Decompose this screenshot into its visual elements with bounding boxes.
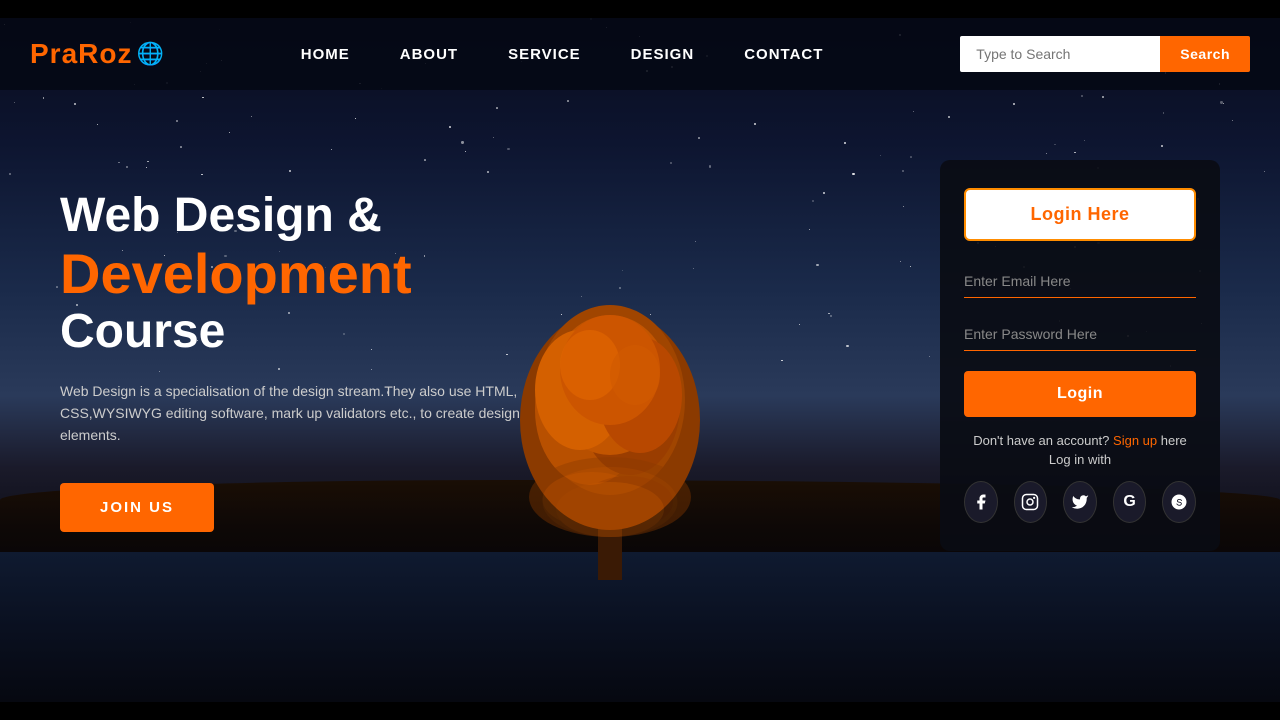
nav-home[interactable]: HOME <box>301 46 350 63</box>
log-in-with-label: Log in with <box>964 452 1196 467</box>
password-input[interactable] <box>964 318 1196 351</box>
search-button[interactable]: Search <box>1160 36 1250 72</box>
bottom-bar <box>0 702 1280 720</box>
logo-globe: 🌐 <box>136 41 163 67</box>
hero-line3: Course <box>60 304 940 359</box>
login-title-button[interactable]: Login Here <box>964 188 1196 241</box>
instagram-icon[interactable] <box>1014 481 1048 523</box>
email-input[interactable] <box>964 265 1196 298</box>
nav-service[interactable]: SERVICE <box>508 46 581 63</box>
facebook-icon[interactable] <box>964 481 998 523</box>
nav-contact[interactable]: CONTACT <box>744 46 823 63</box>
no-account-text: Don't have an account? Sign up here <box>964 433 1196 448</box>
email-group <box>964 265 1196 298</box>
hero-description: Web Design is a specialisation of the de… <box>60 380 540 447</box>
hero-line1: Web Design & <box>60 190 940 243</box>
join-us-button[interactable]: JOIN US <box>60 483 214 532</box>
social-icons: G <box>964 481 1196 523</box>
logo-text: PraRoz <box>30 38 132 70</box>
hero-section: Web Design & Development Course Web Desi… <box>60 150 940 532</box>
top-bar <box>0 0 1280 18</box>
nav: HOME ABOUT SERVICE DESIGN CONTACT <box>194 46 930 63</box>
nav-about[interactable]: ABOUT <box>400 46 458 63</box>
signup-link[interactable]: Sign up <box>1113 433 1157 448</box>
logo[interactable]: PraRoz 🌐 <box>30 38 164 70</box>
login-button[interactable]: Login <box>964 371 1196 417</box>
hero-line2: Development <box>60 243 940 305</box>
password-group <box>964 318 1196 351</box>
login-card: Login Here Login Don't have an account? … <box>940 160 1220 551</box>
main-content: Web Design & Development Course Web Desi… <box>0 90 1280 702</box>
header: PraRoz 🌐 HOME ABOUT SERVICE DESIGN CONTA… <box>0 18 1280 90</box>
google-icon[interactable]: G <box>1113 481 1147 523</box>
skype-icon[interactable] <box>1162 481 1196 523</box>
nav-design[interactable]: DESIGN <box>631 46 695 63</box>
search-input[interactable] <box>960 36 1160 72</box>
search-area: Search <box>960 36 1250 72</box>
twitter-icon[interactable] <box>1063 481 1097 523</box>
